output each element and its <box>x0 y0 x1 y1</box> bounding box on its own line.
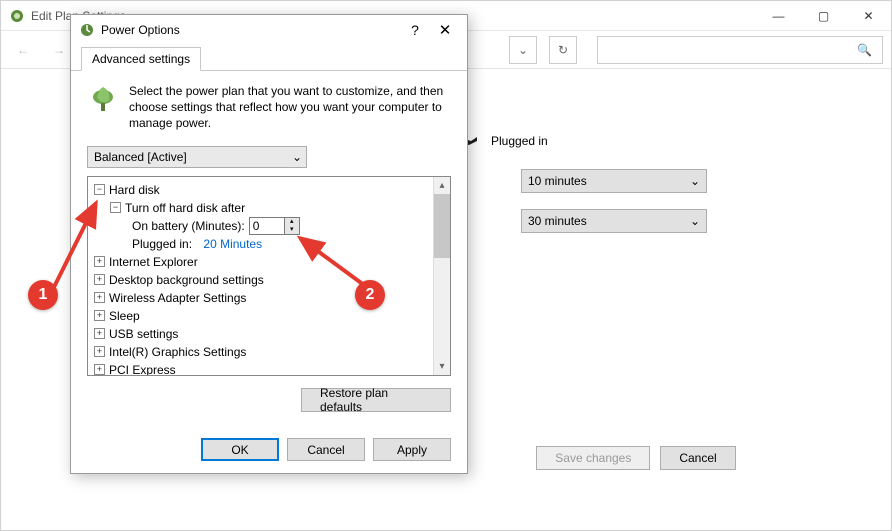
chevron-down-icon: ⌄ <box>690 214 700 228</box>
spin-down-icon[interactable]: ▾ <box>285 226 299 234</box>
restore-defaults-button[interactable]: Restore plan defaults <box>301 388 451 412</box>
expand-icon[interactable]: + <box>94 310 105 321</box>
scroll-down-icon[interactable]: ▾ <box>434 358 450 375</box>
power-leaf-icon <box>87 83 119 115</box>
on-battery-spinner[interactable]: ▴▾ <box>249 217 300 235</box>
address-dropdown[interactable]: ⌄ <box>509 36 537 64</box>
expand-icon[interactable]: + <box>94 328 105 339</box>
search-box[interactable]: 🔍 <box>597 36 883 64</box>
power-options-icon <box>79 22 95 38</box>
tree-node-desktop-bg[interactable]: +Desktop background settings <box>94 271 444 289</box>
chevron-down-icon: ⌄ <box>292 150 302 164</box>
help-button[interactable]: ? <box>401 16 429 44</box>
tree-leaf-on-battery: On battery (Minutes): ▴▾ <box>94 217 444 235</box>
expand-icon[interactable]: + <box>94 292 105 303</box>
expand-icon[interactable]: + <box>94 364 105 375</box>
tree-node-turn-off-hd[interactable]: −Turn off hard disk after <box>94 199 444 217</box>
tree-node-usb[interactable]: +USB settings <box>94 325 444 343</box>
search-icon: 🔍 <box>857 43 872 57</box>
tree-node-hard-disk[interactable]: −Hard disk <box>94 181 444 199</box>
expand-icon[interactable]: + <box>94 274 105 285</box>
annotation-1: 1 <box>28 280 58 310</box>
on-battery-input[interactable] <box>250 218 284 234</box>
tree-node-sleep[interactable]: +Sleep <box>94 307 444 325</box>
tree-leaf-plugged-in[interactable]: Plugged in: 20 Minutes <box>94 235 444 253</box>
minimize-button[interactable]: — <box>756 1 801 31</box>
dialog-title: Power Options <box>101 23 401 37</box>
plugged-in-label: Plugged in <box>491 134 548 148</box>
refresh-button[interactable]: ↻ <box>549 36 577 64</box>
settings-tree: −Hard disk −Turn off hard disk after On … <box>87 176 451 376</box>
collapse-icon[interactable]: − <box>110 202 121 213</box>
dropdown-value: 10 minutes <box>528 174 587 188</box>
collapse-icon[interactable]: − <box>94 184 105 195</box>
close-button[interactable]: ✕ <box>846 1 891 31</box>
dialog-cancel-button[interactable]: Cancel <box>287 438 365 461</box>
ok-button[interactable]: OK <box>201 438 279 461</box>
chevron-down-icon: ⌄ <box>690 174 700 188</box>
sleep-timeout-dropdown[interactable]: 30 minutes ⌄ <box>521 209 707 233</box>
expand-icon[interactable]: + <box>94 346 105 357</box>
tree-node-pci[interactable]: +PCI Express <box>94 361 444 376</box>
power-options-dialog: Power Options ? ✕ Advanced settings Sele… <box>70 14 468 474</box>
plugged-in-label: Plugged in: <box>132 235 192 253</box>
display-timeout-dropdown[interactable]: 10 minutes ⌄ <box>521 169 707 193</box>
cancel-button[interactable]: Cancel <box>660 446 735 470</box>
on-battery-label: On battery (Minutes): <box>132 217 245 235</box>
dialog-titlebar: Power Options ? ✕ <box>71 15 467 45</box>
tab-strip: Advanced settings <box>71 45 467 71</box>
save-changes-button[interactable]: Save changes <box>536 446 650 470</box>
expand-icon[interactable]: + <box>94 256 105 267</box>
power-plan-dropdown[interactable]: Balanced [Active] ⌄ <box>87 146 307 168</box>
plugged-in-value[interactable]: 20 Minutes <box>203 235 262 253</box>
dialog-close-button[interactable]: ✕ <box>429 16 461 44</box>
back-button[interactable]: ← <box>9 36 37 64</box>
annotation-2: 2 <box>355 280 385 310</box>
power-plan-icon <box>9 8 25 24</box>
tree-node-wireless[interactable]: +Wireless Adapter Settings <box>94 289 444 307</box>
dropdown-value: 30 minutes <box>528 214 587 228</box>
apply-button[interactable]: Apply <box>373 438 451 461</box>
tree-scrollbar[interactable]: ▴ ▾ <box>433 177 450 375</box>
tab-advanced-settings[interactable]: Advanced settings <box>81 47 201 71</box>
tree-node-intel[interactable]: +Intel(R) Graphics Settings <box>94 343 444 361</box>
scroll-up-icon[interactable]: ▴ <box>434 177 450 194</box>
forward-button[interactable]: → <box>45 36 73 64</box>
dropdown-value: Balanced [Active] <box>94 150 187 164</box>
tree-node-ie[interactable]: +Internet Explorer <box>94 253 444 271</box>
dialog-description: Select the power plan that you want to c… <box>129 83 451 132</box>
maximize-button[interactable]: ▢ <box>801 1 846 31</box>
scroll-thumb[interactable] <box>434 194 450 258</box>
